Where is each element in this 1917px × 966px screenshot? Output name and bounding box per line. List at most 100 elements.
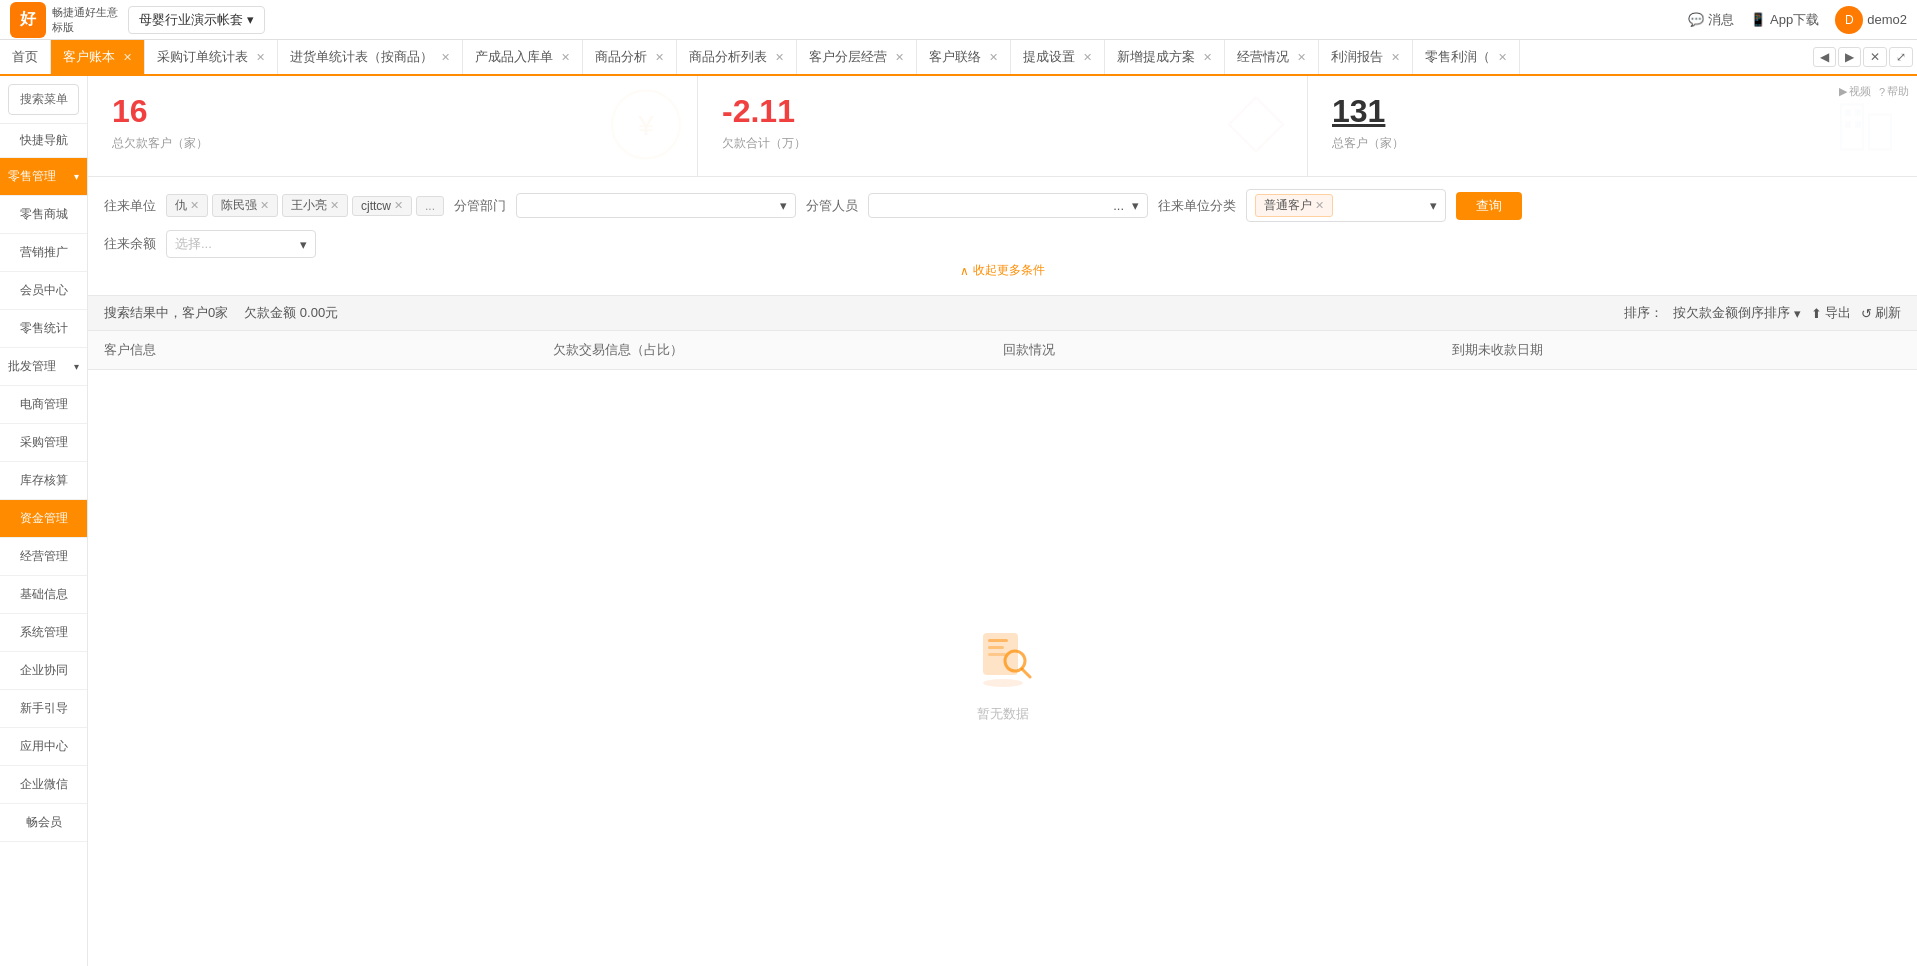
help-btn[interactable]: ? 帮助 [1879, 84, 1909, 99]
chevron-down-icon: ▾ [1430, 198, 1437, 213]
nav-prev-btn[interactable]: ◀ [1813, 47, 1836, 67]
refresh-btn[interactable]: ↺ 刷新 [1861, 304, 1901, 322]
close-icon[interactable]: ✕ [1203, 51, 1212, 64]
nav-next-btn[interactable]: ▶ [1838, 47, 1861, 67]
tab-retail-profit[interactable]: 零售利润（ ✕ [1413, 40, 1520, 75]
sidebar-quick-nav-btn[interactable]: 快捷导航 [0, 124, 87, 158]
sort-label: 排序： [1624, 304, 1663, 322]
sidebar-item-finance-mgmt[interactable]: 资金管理 [0, 500, 87, 538]
filter-tag-chen-label: 陈民强 [221, 197, 257, 214]
tab-purchase-stats[interactable]: 采购订单统计表 ✕ [145, 40, 278, 75]
close-icon[interactable]: ✕ [895, 51, 904, 64]
sidebar-item-basic-info[interactable]: 基础信息 [0, 576, 87, 614]
refresh-label: 刷新 [1875, 304, 1901, 322]
tab-goods-analysis[interactable]: 商品分析 ✕ [583, 40, 677, 75]
stats-row: ¥ 16 总欠款客户（家） -2.11 欠款合计（万） [88, 76, 1917, 177]
tab-goods-analysis-list[interactable]: 商品分析列表 ✕ [677, 40, 797, 75]
close-icon[interactable]: ✕ [1498, 51, 1507, 64]
tab-goods-stats[interactable]: 进货单统计表（按商品） ✕ [278, 40, 463, 75]
filter-tag-qiu[interactable]: 仇 ✕ [166, 194, 208, 217]
stat-help-area: ▶ 视频 ? 帮助 [1839, 84, 1909, 99]
tab-home[interactable]: 首页 [0, 40, 51, 75]
tab-product-stock-label: 产成品入库单 [475, 48, 553, 66]
close-icon[interactable]: ✕ [256, 51, 265, 64]
filter-person-select[interactable]: ... ▾ [868, 193, 1148, 218]
close-icon[interactable]: ✕ [561, 51, 570, 64]
tab-product-stock[interactable]: 产成品入库单 ✕ [463, 40, 583, 75]
close-icon[interactable]: ✕ [330, 199, 339, 212]
export-label: 导出 [1825, 304, 1851, 322]
sidebar-item-marketing-label: 营销推广 [20, 245, 68, 259]
close-icon[interactable]: ✕ [190, 199, 199, 212]
sidebar-item-ops-mgmt[interactable]: 经营管理 [0, 538, 87, 576]
th-repay-info-label: 回款情况 [1003, 342, 1055, 357]
sidebar-item-enterprise-collab[interactable]: 企业协同 [0, 652, 87, 690]
close-icon[interactable]: ✕ [1083, 51, 1092, 64]
filter-unit-class-select[interactable]: 普通客户 ✕ ▾ [1246, 189, 1446, 222]
svg-rect-7 [1855, 122, 1861, 128]
filter-unit-class-tag[interactable]: 普通客户 ✕ [1255, 194, 1333, 217]
query-btn[interactable]: 查询 [1456, 192, 1522, 220]
sidebar-item-wholesale-mgmt[interactable]: 批发管理 ▾ [0, 348, 87, 386]
filter-tag-chen[interactable]: 陈民强 ✕ [212, 194, 278, 217]
close-icon[interactable]: ✕ [394, 199, 403, 212]
tab-boost-settings[interactable]: 提成设置 ✕ [1011, 40, 1105, 75]
sidebar-item-retail-stats[interactable]: 零售统计 [0, 310, 87, 348]
close-icon[interactable]: ✕ [989, 51, 998, 64]
tab-new-boost[interactable]: 新增提成方案 ✕ [1105, 40, 1225, 75]
sidebar-item-member-pass[interactable]: 畅会员 [0, 804, 87, 842]
sidebar-item-sys-mgmt[interactable]: 系统管理 [0, 614, 87, 652]
tab-retail-profit-label: 零售利润（ [1425, 48, 1490, 66]
close-icon[interactable]: ✕ [1391, 51, 1400, 64]
nav-expand-btn[interactable]: ⤢ [1889, 47, 1913, 67]
tab-customer-contact-label: 客户联络 [929, 48, 981, 66]
svg-rect-5 [1855, 110, 1861, 116]
filter-area: 往来单位 仇 ✕ 陈民强 ✕ 王小亮 ✕ cjttcw [88, 177, 1917, 296]
sidebar-item-ecommerce[interactable]: 电商管理 [0, 386, 87, 424]
close-icon[interactable]: ✕ [775, 51, 784, 64]
tab-profit-report[interactable]: 利润报告 ✕ [1319, 40, 1413, 75]
filter-more-btn[interactable]: ... [416, 196, 444, 216]
close-icon[interactable]: ✕ [260, 199, 269, 212]
close-icon[interactable]: ✕ [1315, 199, 1324, 212]
stat-value-credit-amount: -2.11 [722, 94, 795, 129]
sidebar-item-inventory[interactable]: 库存核算 [0, 462, 87, 500]
tab-customer-accounts[interactable]: 客户账本 ✕ [51, 40, 145, 75]
help-label: 帮助 [1887, 84, 1909, 99]
sidebar-item-ops-mgmt-label: 经营管理 [20, 549, 68, 563]
video-help-btn[interactable]: ▶ 视频 [1839, 84, 1871, 99]
filter-tag-wang[interactable]: 王小亮 ✕ [282, 194, 348, 217]
sidebar-item-retail-mgmt[interactable]: 零售管理 ▾ [0, 158, 87, 196]
sidebar-item-purchase-mgmt[interactable]: 采购管理 [0, 424, 87, 462]
sidebar-item-enterprise-wechat[interactable]: 企业微信 [0, 766, 87, 804]
tab-business[interactable]: 经营情况 ✕ [1225, 40, 1319, 75]
export-btn[interactable]: ⬆ 导出 [1811, 304, 1851, 322]
filter-balance-select[interactable]: 选择... ▾ [166, 230, 316, 258]
stat-icon-yen: ¥ [611, 90, 681, 163]
svg-rect-11 [988, 646, 1004, 649]
user-menu[interactable]: D demo2 [1835, 6, 1907, 34]
svg-text:¥: ¥ [637, 110, 654, 141]
tab-customer-tier[interactable]: 客户分层经营 ✕ [797, 40, 917, 75]
sidebar-item-app-center[interactable]: 应用中心 [0, 728, 87, 766]
sidebar-item-member-center[interactable]: 会员中心 [0, 272, 87, 310]
app-download-btn[interactable]: 📱 App下载 [1750, 11, 1819, 29]
sidebar-item-new-guide[interactable]: 新手引导 [0, 690, 87, 728]
filter-tag-cj[interactable]: cjttcw ✕ [352, 196, 412, 216]
close-icon[interactable]: ✕ [1297, 51, 1306, 64]
close-icon[interactable]: ✕ [123, 51, 132, 64]
account-dropdown[interactable]: 母婴行业演示帐套 ▾ [128, 6, 265, 34]
filter-dept-select[interactable]: ▾ [516, 193, 796, 218]
nav-close-all-btn[interactable]: ✕ [1863, 47, 1887, 67]
sidebar-item-marketing[interactable]: 营销推广 [0, 234, 87, 272]
sidebar-item-retail-mall[interactable]: 零售商城 [0, 196, 87, 234]
sidebar-search-btn[interactable]: 搜索菜单 [8, 84, 79, 115]
message-btn[interactable]: 💬 消息 [1688, 11, 1734, 29]
logo-text: 畅捷通好生意 标版 [52, 5, 118, 34]
stat-label-credit-customers: 总欠款客户（家） [112, 135, 208, 152]
tab-customer-contact[interactable]: 客户联络 ✕ [917, 40, 1011, 75]
collapse-btn[interactable]: ∧ 收起更多条件 [960, 262, 1045, 279]
close-icon[interactable]: ✕ [441, 51, 450, 64]
close-icon[interactable]: ✕ [655, 51, 664, 64]
sort-select[interactable]: 按欠款金额倒序排序 ▾ [1673, 304, 1801, 322]
